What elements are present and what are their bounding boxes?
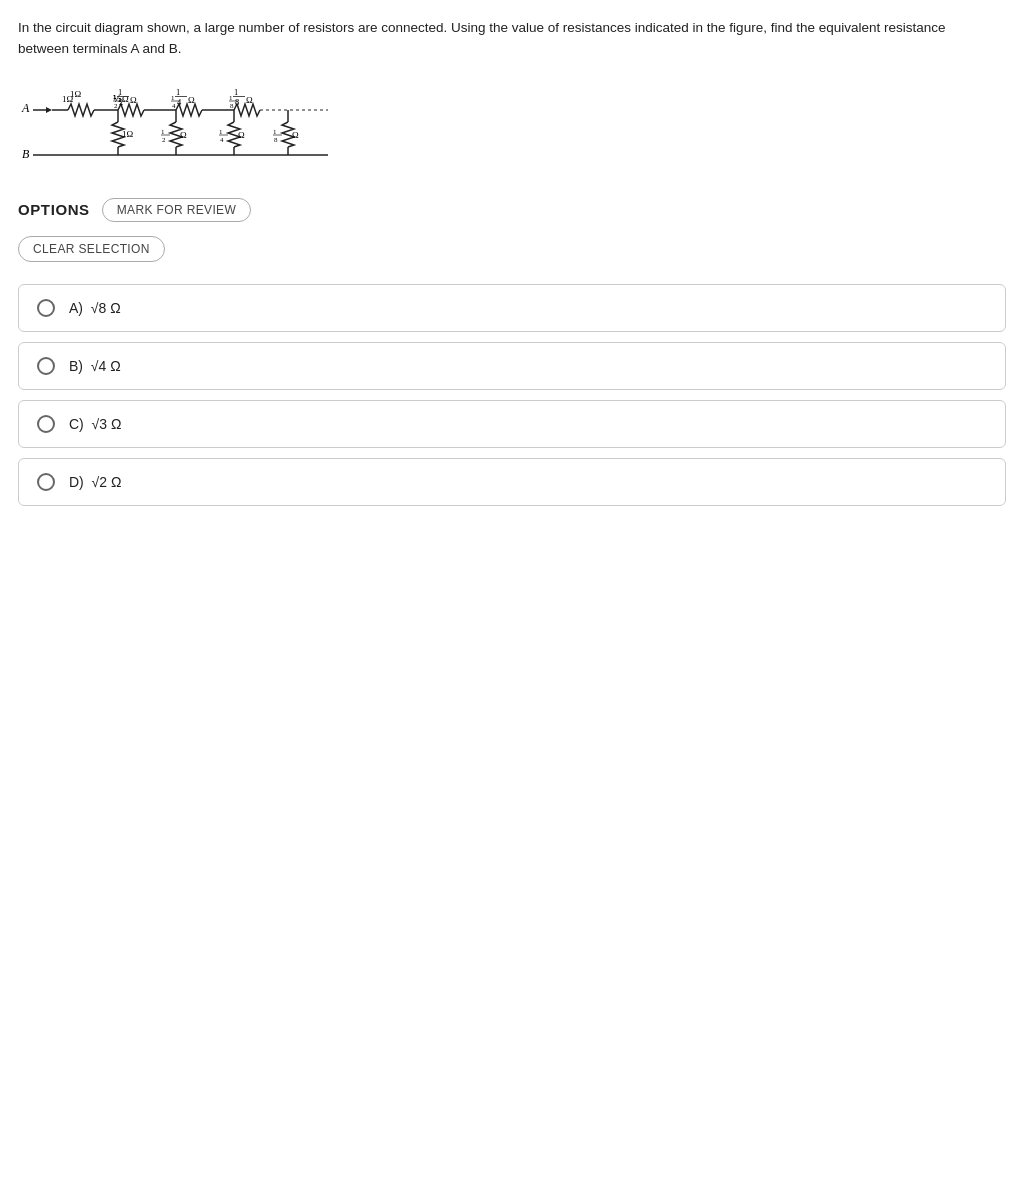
radio-a[interactable] bbox=[37, 299, 55, 317]
svg-text:1Ω: 1Ω bbox=[70, 89, 82, 99]
option-row-b[interactable]: B) √4 Ω bbox=[18, 342, 1006, 390]
svg-text:8: 8 bbox=[235, 97, 239, 107]
svg-text:4: 4 bbox=[177, 97, 182, 107]
svg-text:4: 4 bbox=[172, 102, 176, 110]
svg-text:8: 8 bbox=[230, 102, 234, 110]
svg-text:1: 1 bbox=[118, 87, 122, 97]
svg-text:B: B bbox=[22, 147, 30, 161]
svg-text:Ω: Ω bbox=[188, 95, 195, 105]
radio-d[interactable] bbox=[37, 473, 55, 491]
option-row-c[interactable]: C) √3 Ω bbox=[18, 400, 1006, 448]
option-b-text: B) √4 Ω bbox=[69, 358, 121, 374]
option-d-text: D) √2 Ω bbox=[69, 474, 121, 490]
svg-text:2: 2 bbox=[162, 136, 166, 144]
svg-marker-3 bbox=[46, 107, 52, 113]
mark-review-button[interactable]: MARK FOR REVIEW bbox=[102, 198, 251, 222]
svg-text:1: 1 bbox=[176, 87, 180, 97]
option-a-text: A) √8 Ω bbox=[69, 300, 121, 316]
option-row-a[interactable]: A) √8 Ω bbox=[18, 284, 1006, 332]
options-label: OPTIONS bbox=[18, 201, 90, 218]
clear-selection-button[interactable]: CLEAR SELECTION bbox=[18, 236, 165, 262]
svg-text:1Ω: 1Ω bbox=[122, 129, 134, 139]
svg-text:1: 1 bbox=[234, 87, 238, 97]
svg-text:2: 2 bbox=[119, 97, 123, 107]
options-header: OPTIONS MARK FOR REVIEW bbox=[18, 198, 1006, 222]
svg-text:2: 2 bbox=[114, 102, 118, 110]
svg-text:Ω: Ω bbox=[238, 130, 245, 140]
svg-text:Ω: Ω bbox=[292, 130, 299, 140]
svg-text:A: A bbox=[21, 101, 30, 115]
question-text: In the circuit diagram shown, a large nu… bbox=[18, 18, 978, 60]
svg-text:Ω: Ω bbox=[246, 95, 253, 105]
svg-text:Ω: Ω bbox=[180, 130, 187, 140]
circuit-diagram: A B 1Ω ⅓Ω 1 2 1 4 1 8 bbox=[18, 70, 1006, 180]
option-row-d[interactable]: D) √2 Ω bbox=[18, 458, 1006, 506]
svg-text:Ω: Ω bbox=[130, 95, 137, 105]
radio-c[interactable] bbox=[37, 415, 55, 433]
svg-text:8: 8 bbox=[274, 136, 278, 144]
option-c-text: C) √3 Ω bbox=[69, 416, 121, 432]
svg-text:4: 4 bbox=[220, 136, 224, 144]
radio-b[interactable] bbox=[37, 357, 55, 375]
